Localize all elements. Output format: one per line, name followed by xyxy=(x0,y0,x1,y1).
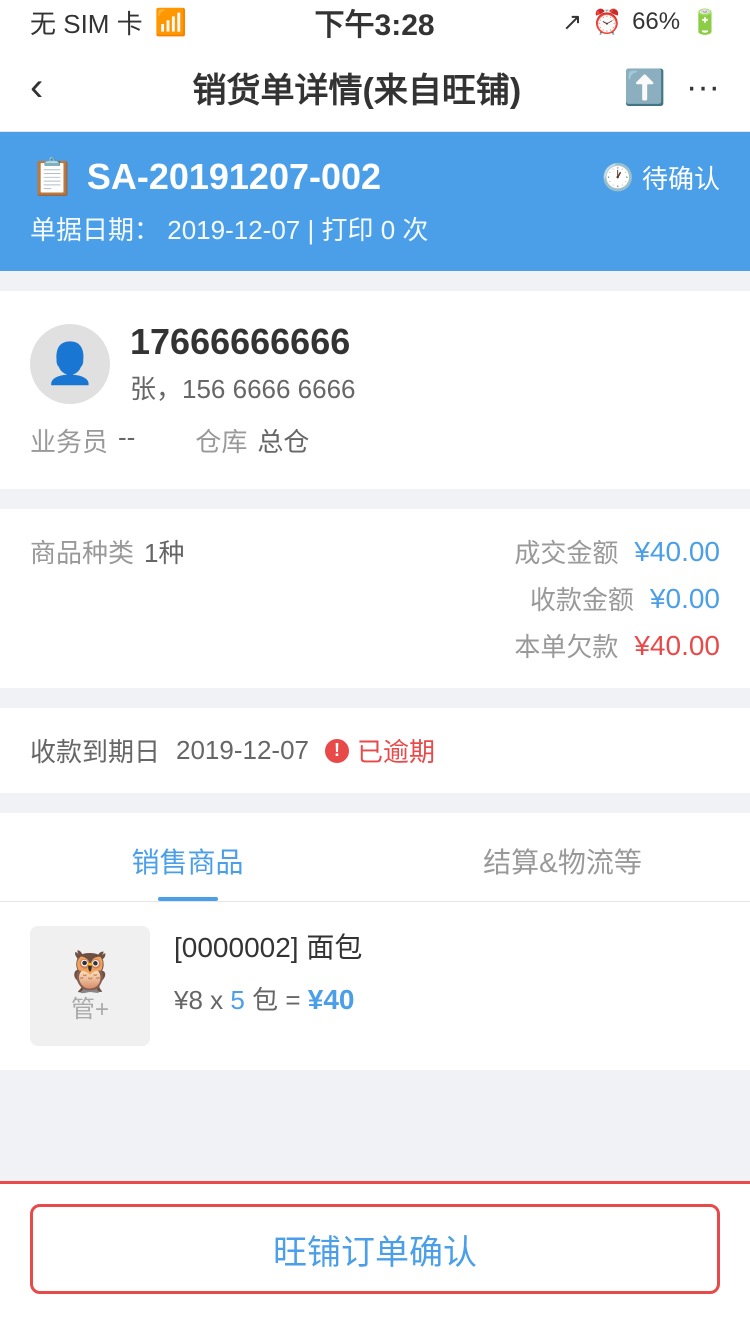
amount-label: 成交金额 xyxy=(514,533,618,570)
salesperson-item: 业务员 -- xyxy=(30,422,135,459)
equals-sign: = xyxy=(285,985,300,1015)
bottom-button-area: 旺铺订单确认 xyxy=(0,1181,750,1334)
product-logo: 🦉 管+ xyxy=(65,948,115,1025)
page-title: 销货单详情(来自旺铺) xyxy=(193,63,522,112)
warehouse-item: 仓库 总仓 xyxy=(195,422,309,459)
print-label: 打印 xyxy=(321,215,373,245)
customer-phone: 17666666666 xyxy=(130,321,356,363)
product-name: [0000002] 面包 xyxy=(174,926,720,966)
quantity: 5 xyxy=(230,985,244,1015)
owed-value: ¥40.00 xyxy=(634,630,720,662)
status-bar: 无 SIM 卡 📶 下午3:28 ↗ ⏰ 66% 🔋 xyxy=(0,0,750,44)
unit-price: ¥8 xyxy=(174,985,203,1015)
amount-value: ¥40.00 xyxy=(634,536,720,568)
avatar: 👤 xyxy=(30,324,110,404)
nav-bar: ‹ 销货单详情(来自旺铺) ⬆️ ··· xyxy=(0,44,750,132)
order-id: 📋 SA-20191207-002 xyxy=(30,156,381,198)
customer-card: 👤 17666666666 张，156 6666 6666 业务员 -- 仓库 … xyxy=(0,291,750,489)
battery-icon: 🔋 xyxy=(690,8,720,37)
owed-row: 本单欠款 ¥40.00 xyxy=(514,627,720,664)
order-icon: 📋 xyxy=(30,156,75,198)
product-thumbnail: 🦉 管+ xyxy=(30,926,150,1046)
customer-info: 17666666666 张，156 6666 6666 xyxy=(130,321,356,406)
summary-card: 商品种类 1种 成交金额 ¥40.00 收款金额 ¥0.00 本单欠款 ¥40.… xyxy=(0,509,750,688)
product-types-value: 1种 xyxy=(144,533,184,570)
order-header-card: 📋 SA-20191207-002 🕐 待确认 单据日期： 2019-12-07… xyxy=(0,132,750,271)
multiply-sign: x xyxy=(210,985,223,1015)
summary-left: 商品种类 1种 xyxy=(30,533,184,570)
product-item: 🦉 管+ [0000002] 面包 ¥8 x 5 包 = ¥40 xyxy=(0,902,750,1070)
customer-name: 张，156 6666 6666 xyxy=(130,369,356,406)
tab-sales-products-label: 销售商品 xyxy=(131,847,243,878)
tab-settlement-label: 结算&物流等 xyxy=(483,847,642,878)
status-clock-icon: 🕐 xyxy=(602,162,634,193)
logo-owl: 🦉 xyxy=(65,948,115,996)
print-count: 0 xyxy=(381,215,395,245)
order-id-row: 📋 SA-20191207-002 🕐 待确认 xyxy=(30,156,720,198)
product-name-text: 面包 xyxy=(306,932,362,963)
product-types-label: 商品种类 xyxy=(30,533,134,570)
date-separator: | xyxy=(307,215,321,245)
overdue-icon: ! xyxy=(325,739,349,763)
back-button[interactable]: ‹ xyxy=(30,65,90,110)
amount-row: 成交金额 ¥40.00 xyxy=(514,533,720,570)
overdue-text: 已逾期 xyxy=(357,732,435,769)
share-button[interactable]: ⬆️ xyxy=(624,68,666,108)
warehouse-value: 总仓 xyxy=(257,422,309,459)
content-area: 📋 SA-20191207-002 🕐 待确认 单据日期： 2019-12-07… xyxy=(0,132,750,1230)
summary-right: 成交金额 ¥40.00 收款金额 ¥0.00 本单欠款 ¥40.00 xyxy=(514,533,720,664)
unit-text: 包 xyxy=(252,985,278,1015)
total-price: ¥40 xyxy=(308,984,355,1015)
tab-settlement[interactable]: 结算&物流等 xyxy=(375,813,750,901)
carrier-text: 无 SIM 卡 xyxy=(30,4,143,41)
tab-sales-products[interactable]: 销售商品 xyxy=(0,813,375,901)
alarm-icon: ⏰ xyxy=(592,8,622,37)
salesperson-value: -- xyxy=(118,422,135,459)
more-button[interactable]: ··· xyxy=(686,68,720,107)
battery-text: 66% xyxy=(632,8,680,36)
order-date-row: 单据日期： 2019-12-07 | 打印 0 次 xyxy=(30,210,720,247)
order-date: 2019-12-07 xyxy=(167,215,300,245)
status-left: 无 SIM 卡 📶 xyxy=(30,4,187,41)
date-label: 单据日期： xyxy=(30,215,160,245)
due-date-card: 收款到期日 2019-12-07 ! 已逾期 xyxy=(0,708,750,793)
status-time: 下午3:28 xyxy=(315,0,435,44)
product-price: ¥8 x 5 包 = ¥40 xyxy=(174,980,720,1017)
order-status: 🕐 待确认 xyxy=(602,159,720,196)
owed-label: 本单欠款 xyxy=(514,627,618,664)
tabs-bar: 销售商品 结算&物流等 xyxy=(0,813,750,902)
wifi-icon: 📶 xyxy=(155,7,187,38)
received-row: 收款金额 ¥0.00 xyxy=(530,580,720,617)
confirm-order-button[interactable]: 旺铺订单确认 xyxy=(30,1204,720,1294)
customer-meta: 业务员 -- 仓库 总仓 xyxy=(30,422,720,459)
location-icon: ↗ xyxy=(562,8,582,37)
product-code: [0000002] xyxy=(174,932,299,963)
customer-main: 👤 17666666666 张，156 6666 6666 xyxy=(30,321,720,406)
due-date-value: 2019-12-07 xyxy=(176,735,309,766)
warehouse-label: 仓库 xyxy=(195,422,247,459)
order-id-text: SA-20191207-002 xyxy=(87,156,381,198)
received-value: ¥0.00 xyxy=(650,583,720,615)
due-date-label: 收款到期日 xyxy=(30,732,160,769)
status-right: ↗ ⏰ 66% 🔋 xyxy=(562,8,720,37)
status-text: 待确认 xyxy=(642,159,720,196)
product-info: [0000002] 面包 ¥8 x 5 包 = ¥40 xyxy=(174,926,720,1017)
received-label: 收款金额 xyxy=(530,580,634,617)
print-unit: 次 xyxy=(402,215,428,245)
nav-actions: ⬆️ ··· xyxy=(624,68,720,108)
product-types: 商品种类 1种 xyxy=(30,533,184,570)
overdue-badge: ! 已逾期 xyxy=(325,732,435,769)
salesperson-label: 业务员 xyxy=(30,422,108,459)
logo-text: 管+ xyxy=(65,996,115,1025)
